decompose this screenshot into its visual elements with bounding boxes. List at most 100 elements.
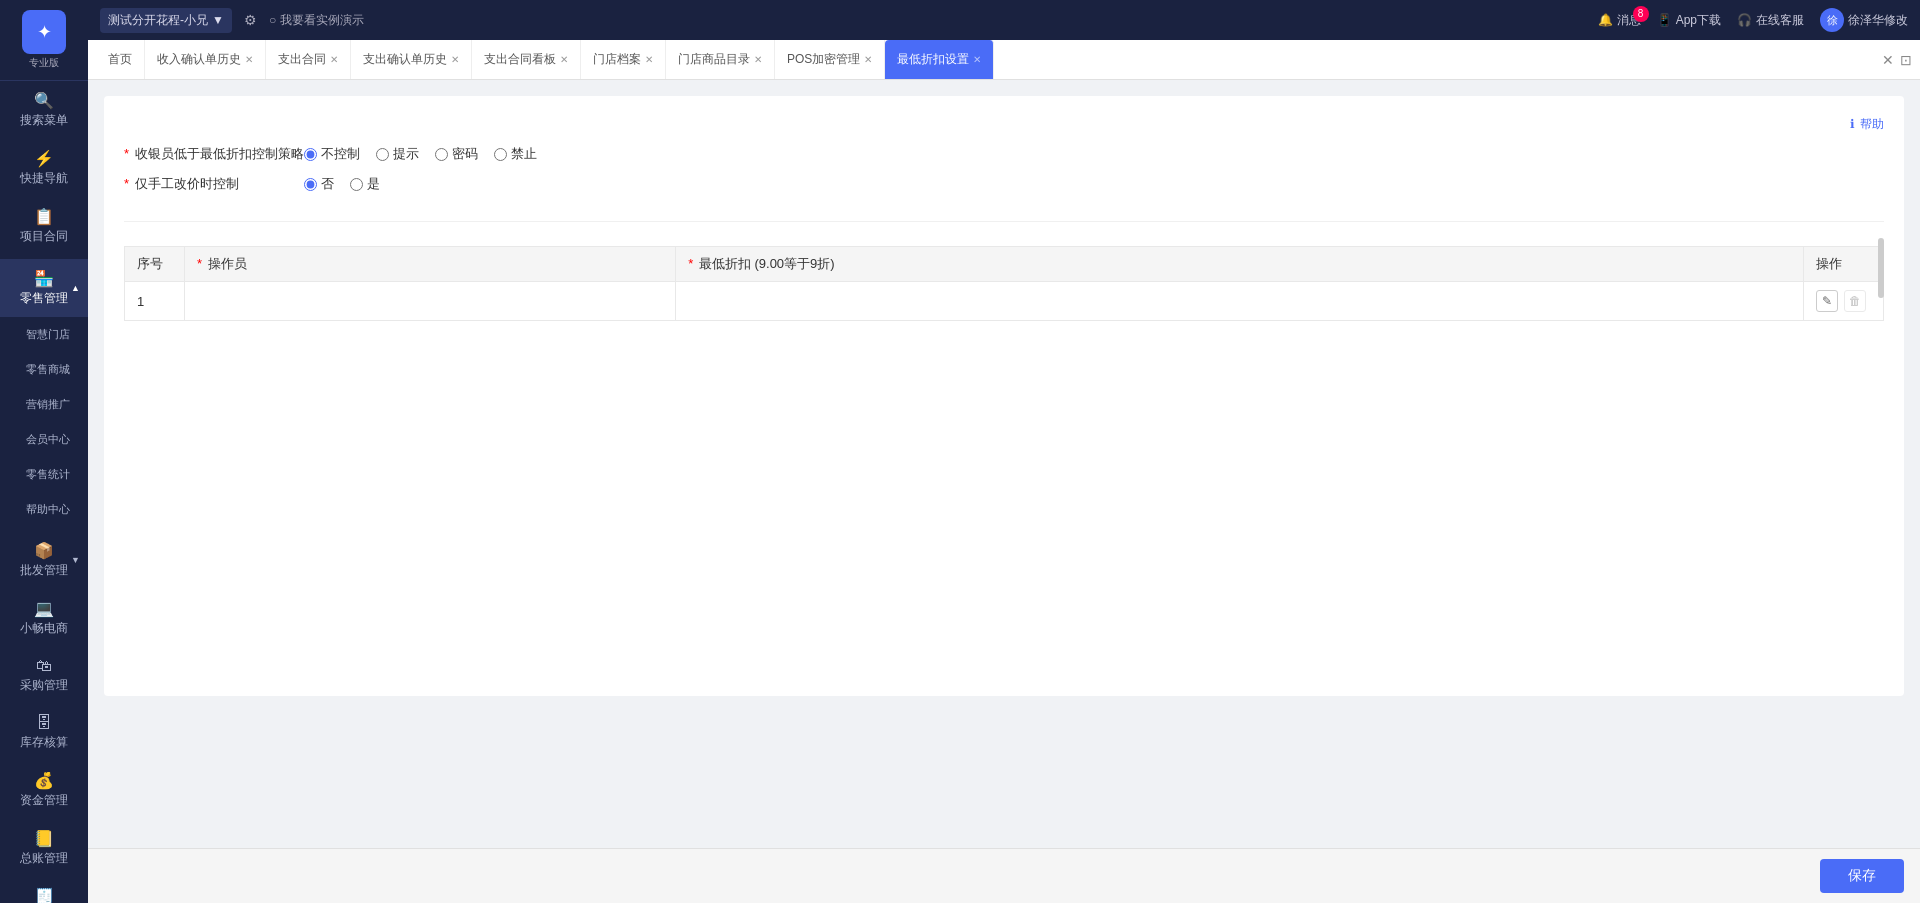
- close-tab-contract-board[interactable]: ✕: [560, 54, 568, 65]
- sidebar: ✦ 专业版 🔍 搜索菜单 ⚡ 快捷导航 📋 项目合同 🏪 零售管理 ▲ 智慧门店…: [0, 0, 88, 903]
- lightning-icon: ⚡: [34, 149, 54, 168]
- table-body: 1 ✎ 🗑: [125, 282, 1884, 321]
- cashier-policy-row: * 收银员低于最低折扣控制策略 不控制 提示: [124, 145, 1884, 163]
- help-circle-icon: ℹ: [1850, 117, 1855, 131]
- cashier-policy-radio-group: 不控制 提示 密码 禁止: [304, 145, 537, 163]
- topbar-settings-icon[interactable]: ⚙: [244, 12, 257, 28]
- table-scrollbar[interactable]: [1878, 238, 1884, 298]
- inventory-icon: 🗄: [36, 714, 52, 732]
- sidebar-item-member[interactable]: 会员中心: [0, 422, 88, 457]
- sidebar-item-finance[interactable]: 💰 资金管理: [0, 761, 88, 819]
- tabs-right-actions: ✕ ⊡: [1882, 52, 1912, 68]
- manual-price-yes[interactable]: 是: [350, 175, 380, 193]
- dropdown-icon: ▼: [212, 13, 224, 27]
- project-icon: 📋: [34, 207, 54, 226]
- table-header: 序号 * 操作员 * 最低折扣 (9.00等于9折) 操作: [125, 247, 1884, 282]
- sidebar-item-retail-stat[interactable]: 零售统计: [0, 457, 88, 492]
- sidebar-item-inventory[interactable]: 🗄 库存核算: [0, 704, 88, 761]
- finance-icon: 💰: [34, 771, 54, 790]
- project-selector[interactable]: 测试分开花程-小兄 ▼: [100, 8, 232, 33]
- discount-table: 序号 * 操作员 * 最低折扣 (9.00等于9折) 操作: [124, 246, 1884, 321]
- close-tab-min-discount[interactable]: ✕: [973, 54, 981, 65]
- sidebar-item-project[interactable]: 📋 项目合同: [0, 197, 88, 255]
- manual-price-row: * 仅手工改价时控制 否 是: [124, 175, 1884, 193]
- app-edition: 专业版: [0, 56, 88, 70]
- tab-store-file[interactable]: 门店档案 ✕: [581, 40, 666, 79]
- tab-expense-history[interactable]: 支出确认单历史 ✕: [351, 40, 472, 79]
- help-button[interactable]: ℹ 帮助: [1850, 116, 1884, 133]
- close-tab-income-history[interactable]: ✕: [245, 54, 253, 65]
- close-tab-button[interactable]: ✕: [1882, 52, 1894, 68]
- sidebar-item-smart-store[interactable]: 智慧门店: [0, 317, 88, 352]
- chevron-up-icon: ▲: [71, 283, 80, 293]
- bell-icon: 🔔: [1598, 13, 1613, 27]
- close-tab-store-product[interactable]: ✕: [754, 54, 762, 65]
- col-operator-header: * 操作员: [185, 247, 676, 282]
- content-card: ℹ 帮助 * 收银员低于最低折扣控制策略 不控制: [104, 96, 1904, 696]
- close-tab-contract[interactable]: ✕: [330, 54, 338, 65]
- row-actions: ✎ 🗑: [1816, 290, 1871, 312]
- tab-pos-encrypt[interactable]: POS加密管理 ✕: [775, 40, 885, 79]
- online-service-button[interactable]: 🎧 在线客服: [1737, 12, 1804, 29]
- avatar: 徐: [1820, 8, 1844, 32]
- tabs-bar: 首页 收入确认单历史 ✕ 支出合同 ✕ 支出确认单历史 ✕ 支出合同看板 ✕ 门…: [88, 40, 1920, 80]
- sidebar-item-ledger[interactable]: 📒 总账管理: [0, 819, 88, 877]
- sidebar-item-wholesale[interactable]: 📦 批发管理 ▼: [0, 531, 88, 589]
- sidebar-item-shortcuts[interactable]: ⚡ 快捷导航: [0, 139, 88, 197]
- close-tab-store-file[interactable]: ✕: [645, 54, 653, 65]
- chevron-down-icon: ▼: [71, 555, 80, 565]
- cashier-policy-no-control[interactable]: 不控制: [304, 145, 360, 163]
- sidebar-item-invoice[interactable]: 🧾 发票管理: [0, 877, 88, 903]
- tab-min-discount[interactable]: 最低折扣设置 ✕: [885, 40, 994, 79]
- purchase-icon: 🛍: [36, 657, 52, 675]
- discount-cell: [676, 282, 1804, 321]
- seq-cell: 1: [125, 282, 185, 321]
- tab-income-history[interactable]: 收入确认单历史 ✕: [145, 40, 266, 79]
- app-logo: ✦ 专业版: [0, 0, 88, 81]
- sidebar-item-help[interactable]: 帮助中心: [0, 492, 88, 527]
- page-content: ℹ 帮助 * 收银员低于最低折扣控制策略 不控制: [88, 80, 1920, 848]
- demo-circle-icon: ○: [269, 13, 276, 27]
- logo-icon: ✦: [22, 10, 66, 54]
- manual-price-radio-group: 否 是: [304, 175, 380, 193]
- topbar-right-icons: 🔔 消息 8 📱 App下载 🎧 在线客服 徐 徐泽华修改: [1598, 8, 1908, 32]
- sidebar-item-ecommerce[interactable]: 💻 小畅电商: [0, 589, 88, 647]
- cashier-policy-password[interactable]: 密码: [435, 145, 478, 163]
- app-download-button[interactable]: 📱 App下载: [1657, 12, 1721, 29]
- manual-price-label: * 仅手工改价时控制: [124, 175, 304, 193]
- retail-icon: 🏪: [34, 269, 54, 288]
- cashier-policy-prompt[interactable]: 提示: [376, 145, 419, 163]
- sidebar-item-purchase[interactable]: 🛍 采购管理: [0, 647, 88, 704]
- operator-cell: [185, 282, 676, 321]
- close-tab-expense-history[interactable]: ✕: [451, 54, 459, 65]
- tab-store-product[interactable]: 门店商品目录 ✕: [666, 40, 775, 79]
- sidebar-item-online-shop[interactable]: 零售商城: [0, 352, 88, 387]
- table-header-row: 序号 * 操作员 * 最低折扣 (9.00等于9折) 操作: [125, 247, 1884, 282]
- notifications-button[interactable]: 🔔 消息 8: [1598, 12, 1641, 29]
- invoice-icon: 🧾: [34, 887, 54, 903]
- col-seq-header: 序号: [125, 247, 185, 282]
- sidebar-item-search[interactable]: 🔍 搜索菜单: [0, 81, 88, 139]
- user-menu[interactable]: 徐 徐泽华修改: [1820, 8, 1908, 32]
- ledger-icon: 📒: [34, 829, 54, 848]
- cashier-policy-forbid[interactable]: 禁止: [494, 145, 537, 163]
- manual-price-no[interactable]: 否: [304, 175, 334, 193]
- close-tab-pos-encrypt[interactable]: ✕: [864, 54, 872, 65]
- delete-row-button[interactable]: 🗑: [1844, 290, 1866, 312]
- table-row: 1 ✎ 🗑: [125, 282, 1884, 321]
- sidebar-item-marketing[interactable]: 营销推广: [0, 387, 88, 422]
- form-section: * 收银员低于最低折扣控制策略 不控制 提示: [124, 145, 1884, 222]
- sidebar-item-retail[interactable]: 🏪 零售管理 ▲: [0, 259, 88, 317]
- tab-contract-board[interactable]: 支出合同看板 ✕: [472, 40, 581, 79]
- wholesale-icon: 📦: [34, 541, 54, 560]
- save-button[interactable]: 保存: [1820, 859, 1904, 893]
- discount-table-wrapper: 序号 * 操作员 * 最低折扣 (9.00等于9折) 操作: [124, 238, 1884, 321]
- tab-home[interactable]: 首页: [96, 40, 145, 79]
- main-content: 首页 收入确认单历史 ✕ 支出合同 ✕ 支出确认单历史 ✕ 支出合同看板 ✕ 门…: [88, 40, 1920, 903]
- project-name: 测试分开花程-小兄: [108, 12, 208, 29]
- edit-row-button[interactable]: ✎: [1816, 290, 1838, 312]
- tab-contract[interactable]: 支出合同 ✕: [266, 40, 351, 79]
- col-discount-header: * 最低折扣 (9.00等于9折): [676, 247, 1804, 282]
- expand-tab-button[interactable]: ⊡: [1900, 52, 1912, 68]
- demo-link[interactable]: ○ 我要看实例演示: [269, 12, 364, 29]
